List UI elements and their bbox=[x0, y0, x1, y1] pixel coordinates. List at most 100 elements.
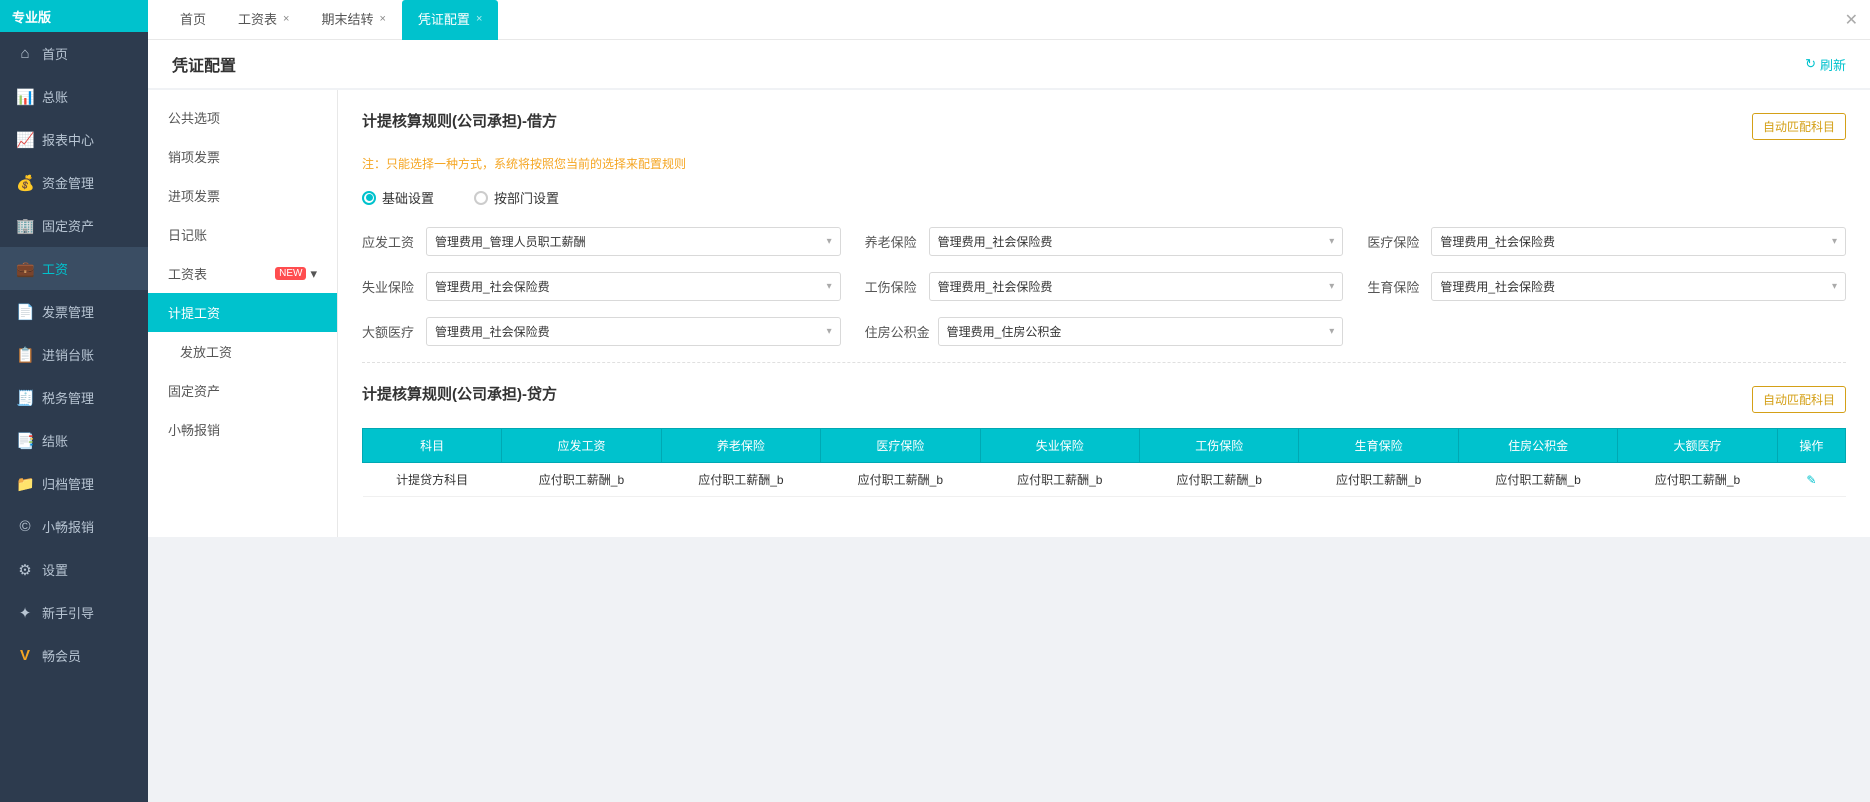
home-icon: ⌂ bbox=[16, 45, 34, 62]
table-cell-value: 应付职工薪酬_b bbox=[1458, 463, 1617, 497]
radio-basic[interactable]: 基础设置 bbox=[362, 188, 434, 207]
menu-item-fixed-assets-menu[interactable]: 固定资产 bbox=[148, 371, 337, 410]
app-logo: 专业版 bbox=[0, 0, 148, 32]
chevron-down-icon: ▾ bbox=[827, 236, 832, 247]
chevron-down-icon: ▾ bbox=[1329, 326, 1334, 337]
sidebar-item-fixed-assets[interactable]: 🏢 固定资产 bbox=[0, 204, 148, 247]
chart-icon: 📊 bbox=[16, 88, 34, 106]
sidebar-item-label: 报表中心 bbox=[42, 130, 94, 149]
menu-item-jiti-salary[interactable]: 计提工资 bbox=[148, 293, 337, 332]
menu-item-cancel-invoice[interactable]: 销项发票 bbox=[148, 137, 337, 176]
table-header-cell: 生育保险 bbox=[1299, 429, 1458, 463]
sidebar-item-member[interactable]: V 畅会员 bbox=[0, 634, 148, 677]
debit-section-note: 注：只能选择一种方式，系统将按照您当前的选择来配置规则 bbox=[362, 155, 1846, 172]
sidebar-item-settlement[interactable]: 📑 结账 bbox=[0, 419, 148, 462]
table-header-cell: 工伤保险 bbox=[1140, 429, 1299, 463]
chevron-down-icon: ▾ bbox=[1832, 236, 1837, 247]
form-label: 医疗保险 bbox=[1367, 232, 1423, 251]
menu-item-xiao-chang-menu[interactable]: 小畅报销 bbox=[148, 410, 337, 449]
table-row: 计提贷方科目应付职工薪酬_b应付职工薪酬_b应付职工薪酬_b应付职工薪酬_b应付… bbox=[363, 463, 1846, 497]
tab-label: 期末结转 bbox=[321, 9, 373, 28]
funds-icon: 💰 bbox=[16, 174, 34, 192]
sidebar-item-label: 畅会员 bbox=[42, 646, 81, 665]
sidebar-item-label: 首页 bbox=[42, 44, 68, 63]
sidebar-item-home[interactable]: ⌂ 首页 bbox=[0, 32, 148, 75]
tab-voucher-config[interactable]: 凭证配置 × bbox=[402, 0, 498, 40]
sidebar-item-label: 归档管理 bbox=[42, 474, 94, 493]
form-select[interactable]: 管理费用_社会保险费 ▾ bbox=[426, 317, 841, 346]
page-title: 凭证配置 bbox=[172, 52, 236, 76]
table-cell-action[interactable]: ✎ bbox=[1777, 463, 1845, 497]
credit-section-title: 计提核算规则(公司承担)-贷方 bbox=[362, 383, 557, 404]
sidebar-item-label: 工资 bbox=[42, 259, 68, 278]
auto-match-credit-button[interactable]: 自动匹配科目 bbox=[1752, 386, 1846, 413]
form-select[interactable]: 管理费用_社会保险费 ▾ bbox=[426, 272, 841, 301]
credit-section-header: 计提核算规则(公司承担)-贷方 自动匹配科目 bbox=[362, 383, 1846, 416]
radio-group: 基础设置 按部门设置 bbox=[362, 188, 1846, 207]
sidebar-item-guide[interactable]: ✦ 新手引导 bbox=[0, 591, 148, 634]
menu-item-public-options[interactable]: 公共选项 bbox=[148, 98, 337, 137]
content-area: 公共选项 销项发票 进项发票 日记账 工资表 NEW ▾ bbox=[148, 90, 1870, 537]
ledger-icon: 📋 bbox=[16, 346, 34, 364]
radio-dept[interactable]: 按部门设置 bbox=[474, 188, 559, 207]
sidebar-item-label: 总账 bbox=[42, 87, 68, 106]
top-nav: 首页 工资表 × 期末结转 × 凭证配置 × ✕ bbox=[148, 0, 1870, 40]
star-icon: ✦ bbox=[16, 604, 34, 622]
sidebar-item-xiao-chang[interactable]: © 小畅报销 bbox=[0, 505, 148, 548]
table-header-cell: 失业保险 bbox=[980, 429, 1139, 463]
form-select[interactable]: 管理费用_社会保险费 ▾ bbox=[1431, 227, 1846, 256]
debit-form: 应发工资 管理费用_管理人员职工薪酬 ▾ 养老保险 管理费用_社会保险费 ▾ 医… bbox=[362, 227, 1846, 346]
new-badge: NEW bbox=[275, 267, 306, 280]
refresh-button[interactable]: ↻ 刷新 bbox=[1805, 55, 1846, 74]
chevron-down-icon: ▾ bbox=[827, 326, 832, 337]
chevron-down-icon: ▾ bbox=[1329, 236, 1334, 247]
form-select[interactable]: 管理费用_管理人员职工薪酬 ▾ bbox=[426, 227, 841, 256]
archive-icon: 📁 bbox=[16, 475, 34, 493]
close-icon[interactable]: × bbox=[476, 13, 482, 25]
sidebar-item-archive[interactable]: 📁 归档管理 bbox=[0, 462, 148, 505]
sidebar-item-label: 资金管理 bbox=[42, 173, 94, 192]
sidebar-item-sales-ledger[interactable]: 📋 进销台账 bbox=[0, 333, 148, 376]
tax-icon: 🧾 bbox=[16, 389, 34, 407]
sidebar-item-funds[interactable]: 💰 资金管理 bbox=[0, 161, 148, 204]
sidebar-item-reports[interactable]: 📈 报表中心 bbox=[0, 118, 148, 161]
tab-home[interactable]: 首页 bbox=[164, 0, 222, 40]
form-item: 养老保险 管理费用_社会保险费 ▾ bbox=[865, 227, 1344, 256]
auto-match-debit-button[interactable]: 自动匹配科目 bbox=[1752, 113, 1846, 140]
menu-item-issue-salary[interactable]: 发放工资 bbox=[148, 332, 337, 371]
form-select[interactable]: 管理费用_社会保险费 ▾ bbox=[1431, 272, 1846, 301]
menu-item-diary[interactable]: 日记账 bbox=[148, 215, 337, 254]
table-header-cell: 应发工资 bbox=[502, 429, 661, 463]
tab-label: 凭证配置 bbox=[418, 9, 470, 28]
sidebar-item-settings[interactable]: ⚙ 设置 bbox=[0, 548, 148, 591]
close-icon[interactable]: × bbox=[283, 13, 289, 25]
form-item: 住房公积金 管理费用_住房公积金 ▾ bbox=[865, 317, 1344, 346]
sidebar-item-label: 结账 bbox=[42, 431, 68, 450]
menu-item-salary-table[interactable]: 工资表 NEW ▾ bbox=[148, 254, 337, 293]
right-content: 计提核算规则(公司承担)-借方 自动匹配科目 注：只能选择一种方式，系统将按照您… bbox=[338, 90, 1870, 537]
v-icon: V bbox=[16, 647, 34, 664]
form-select[interactable]: 管理费用_社会保险费 ▾ bbox=[929, 227, 1344, 256]
close-icon[interactable]: × bbox=[379, 13, 385, 25]
sidebar-item-general-ledger[interactable]: 📊 总账 bbox=[0, 75, 148, 118]
radio-dept-label: 按部门设置 bbox=[494, 188, 559, 207]
credit-section: 计提核算规则(公司承担)-贷方 自动匹配科目 科目应发工资养老保险医疗保险失业保… bbox=[362, 383, 1846, 497]
sidebar-item-salary[interactable]: 💼 工资 bbox=[0, 247, 148, 290]
debit-form-row: 失业保险 管理费用_社会保险费 ▾ 工伤保险 管理费用_社会保险费 ▾ 生育保险… bbox=[362, 272, 1846, 301]
form-item: 医疗保险 管理费用_社会保险费 ▾ bbox=[1367, 227, 1846, 256]
table-cell-value: 应付职工薪酬_b bbox=[821, 463, 980, 497]
nav-close-button[interactable]: ✕ bbox=[1845, 10, 1858, 30]
sidebar-item-invoice-mgmt[interactable]: 📄 发票管理 bbox=[0, 290, 148, 333]
sidebar: 专业版 ⌂ 首页 📊 总账 📈 报表中心 💰 资金管理 🏢 固定资产 💼 工资 … bbox=[0, 0, 148, 802]
form-select-value: 管理费用_社会保险费 bbox=[1440, 278, 1555, 295]
form-select[interactable]: 管理费用_住房公积金 ▾ bbox=[938, 317, 1344, 346]
menu-item-input-invoice[interactable]: 进项发票 bbox=[148, 176, 337, 215]
sidebar-item-tax-mgmt[interactable]: 🧾 税务管理 bbox=[0, 376, 148, 419]
tab-period-end[interactable]: 期末结转 × bbox=[305, 0, 401, 40]
invoice-icon: 📄 bbox=[16, 303, 34, 321]
form-select[interactable]: 管理费用_社会保险费 ▾ bbox=[929, 272, 1344, 301]
tab-salary-table[interactable]: 工资表 × bbox=[222, 0, 305, 40]
debit-form-row: 应发工资 管理费用_管理人员职工薪酬 ▾ 养老保险 管理费用_社会保险费 ▾ 医… bbox=[362, 227, 1846, 256]
form-select-value: 管理费用_社会保险费 bbox=[938, 233, 1053, 250]
form-select-value: 管理费用_社会保险费 bbox=[1440, 233, 1555, 250]
